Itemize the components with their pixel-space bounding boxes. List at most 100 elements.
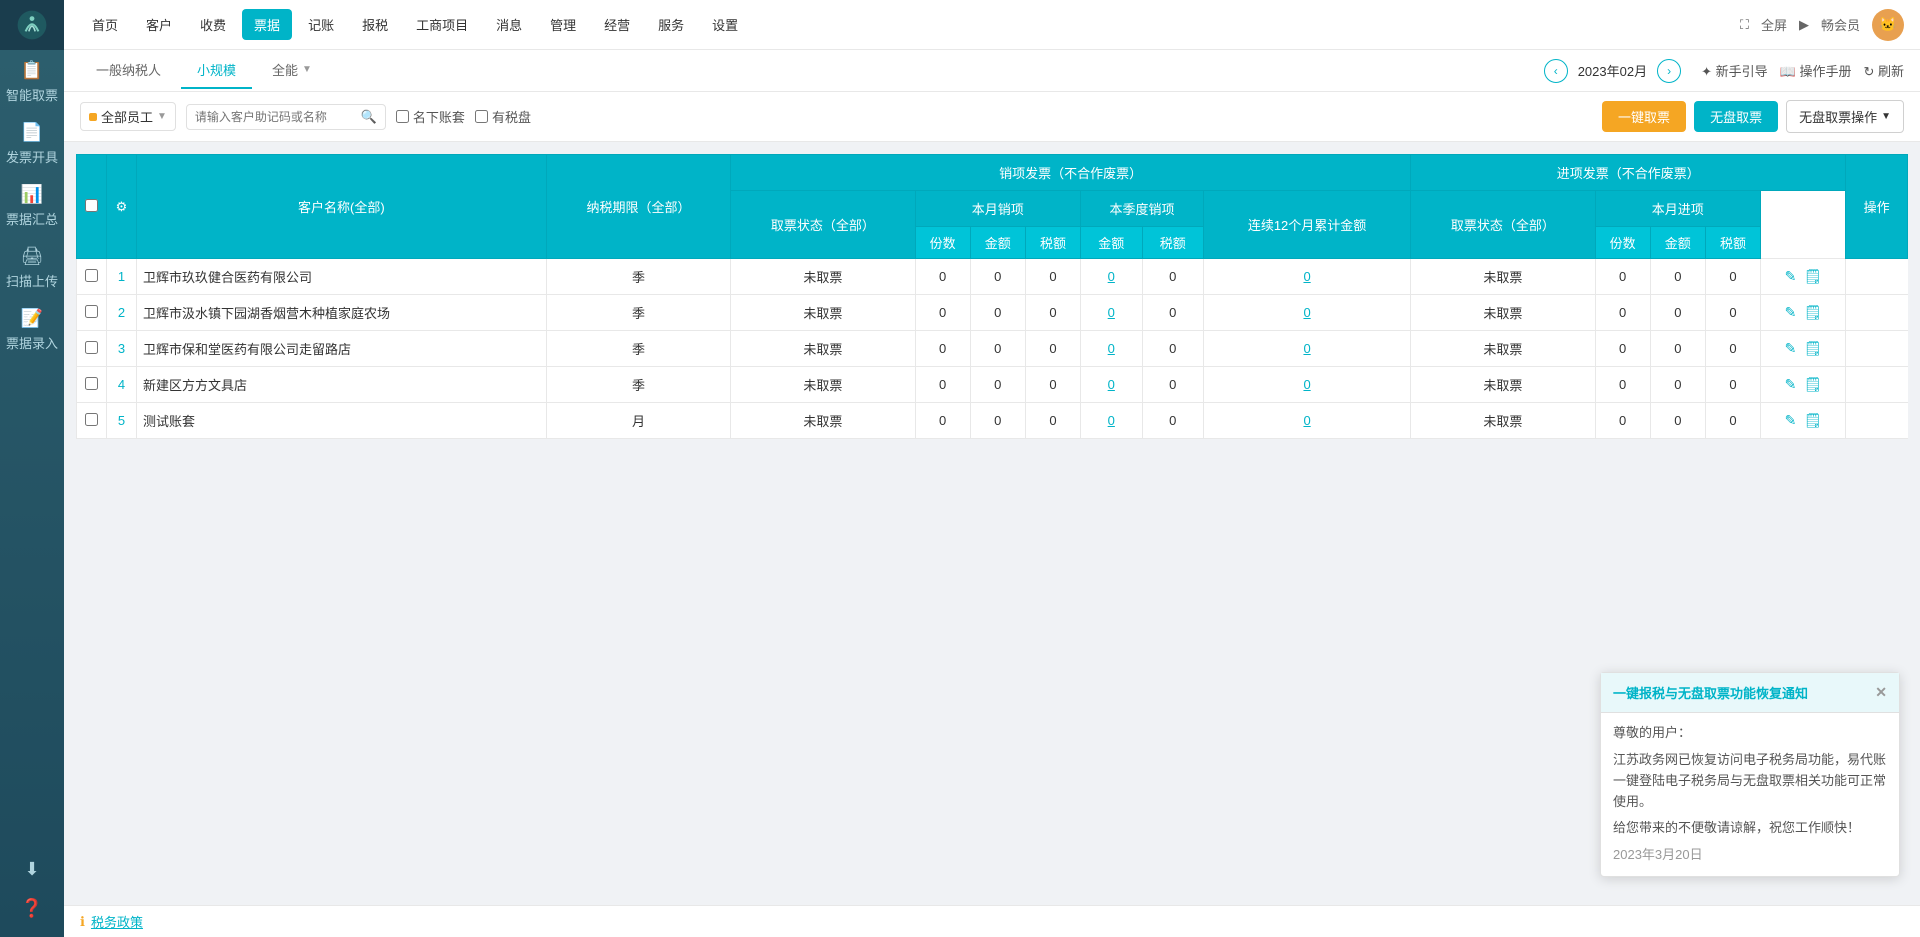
settings-icon[interactable]: ⚙ — [116, 199, 128, 214]
row-sales-status-3: 未取票 — [731, 367, 915, 403]
view-icon-0[interactable]: 🗒 — [1802, 268, 1824, 284]
checkbox-subaccount[interactable]: 名下账套 — [396, 107, 465, 126]
edit-icon-3[interactable]: ✎ — [1783, 376, 1799, 392]
member-icon[interactable]: ▶ — [1799, 17, 1809, 33]
col-settings: ⚙ — [107, 155, 137, 259]
nav-bookkeeping[interactable]: 记账 — [296, 9, 346, 40]
fullscreen-icon[interactable]: ⛶ — [1740, 17, 1749, 33]
action-manual[interactable]: 📖 操作手册 — [1780, 61, 1852, 80]
subtab-right-actions: ✦ 新手引导 📖 操作手册 ↻ 刷新 — [1701, 61, 1904, 80]
view-icon-3[interactable]: 🗒 — [1802, 376, 1824, 392]
tab-small[interactable]: 小规模 — [181, 52, 252, 89]
row-sm-amount-1: 0 — [970, 295, 1025, 331]
sidebar-item-scan-upload[interactable]: 🖨 扫描上传 — [0, 236, 64, 298]
sidebar-item-label: 票据汇总 — [6, 209, 58, 228]
row-sq-amount-3: 0 — [1081, 367, 1142, 403]
nav-manage[interactable]: 管理 — [538, 9, 588, 40]
checkbox-taxdisk[interactable]: 有税盘 — [475, 107, 531, 126]
edit-icon-0[interactable]: ✎ — [1783, 268, 1799, 284]
invoice-table: ⚙ 客户名称(全部) 纳税期限（全部） 销项发票（不合作废票） 进项发票（不合作… — [76, 154, 1908, 439]
select-all-checkbox[interactable] — [85, 199, 98, 212]
fullscreen-label[interactable]: 全屏 — [1761, 15, 1787, 34]
entry-icon: 📝 — [21, 308, 43, 329]
sidebar-item-invoice-entry[interactable]: 📝 票据录入 — [0, 298, 64, 360]
nav-settings[interactable]: 设置 — [700, 9, 750, 40]
search-input[interactable] — [195, 110, 357, 124]
view-icon-2[interactable]: 🗒 — [1802, 340, 1824, 356]
notification-date: 2023年3月20日 — [1613, 845, 1887, 866]
col-purchase-status-header: 取票状态（全部） — [1411, 191, 1595, 259]
notification-popup: 一键报税与无盘取票功能恢复通知 ✕ 尊敬的用户： 江苏政务网已恢复访问电子税务局… — [1600, 672, 1900, 877]
row-sm-tax-1: 0 — [1025, 295, 1080, 331]
notification-content: 江苏政务网已恢复访问电子税务局功能，易代账一键登陆电子税务局与无盘取票相关功能可… — [1613, 750, 1887, 812]
employee-select[interactable]: 全部员工 ▼ — [80, 102, 176, 131]
sidebar-item-help[interactable]: ❓ — [0, 888, 64, 927]
row-checkbox-3[interactable] — [85, 377, 98, 390]
btn-no-disk-retrieve[interactable]: 无盘取票 — [1694, 101, 1778, 132]
row-client-4: 测试账套 — [137, 403, 547, 439]
row-pm-count-2: 0 — [1595, 331, 1650, 367]
row-index-0: 1 — [107, 259, 137, 295]
row-sales-status-2: 未取票 — [731, 331, 915, 367]
col-sales-monthly-header: 本月销项 — [915, 191, 1081, 227]
row-checkbox-4[interactable] — [85, 413, 98, 426]
nav-billing[interactable]: 收费 — [188, 9, 238, 40]
nav-business[interactable]: 工商项目 — [404, 9, 480, 40]
row-pm-amount-3: 0 — [1650, 367, 1705, 403]
view-icon-1[interactable]: 🗒 — [1802, 304, 1824, 320]
sidebar-item-invoice-summary[interactable]: 📊 票据汇总 — [0, 174, 64, 236]
toolbar: 全部员工 ▼ 🔍 名下账套 有税盘 一键取票 无盘取票 无盘取票操作 — [64, 92, 1920, 142]
retrieve-icon: 📋 — [21, 60, 43, 81]
row-period-2: 季 — [546, 331, 730, 367]
action-refresh[interactable]: ↻ 刷新 — [1863, 61, 1904, 80]
nav-service[interactable]: 服务 — [646, 9, 696, 40]
row-sales-status-4: 未取票 — [731, 403, 915, 439]
toolbar-right: 一键取票 无盘取票 无盘取票操作 ▼ — [1602, 100, 1904, 133]
subaccount-checkbox[interactable] — [396, 110, 409, 123]
period-prev-button[interactable]: ‹ — [1544, 59, 1568, 83]
row-checkbox-1[interactable] — [85, 305, 98, 318]
nav-invoice[interactable]: 票据 — [242, 9, 292, 40]
row-pm-tax-2: 0 — [1705, 331, 1760, 367]
tax-policy-link[interactable]: 税务政策 — [91, 912, 143, 931]
nav-tax[interactable]: 报税 — [350, 9, 400, 40]
sidebar-item-issue-invoice[interactable]: 📄 发票开具 — [0, 112, 64, 174]
row-sm-count-0: 0 — [915, 259, 970, 295]
sidebar-item-download[interactable]: ⬇ — [0, 849, 64, 888]
edit-icon-2[interactable]: ✎ — [1783, 340, 1799, 356]
row-sm-count-2: 0 — [915, 331, 970, 367]
nav-message[interactable]: 消息 — [484, 9, 534, 40]
row-client-3: 新建区方方文具店 — [137, 367, 547, 403]
notification-title: 一键报税与无盘取票功能恢复通知 — [1613, 683, 1808, 702]
newbie-icon: ✦ — [1701, 64, 1712, 79]
notification-apology: 给您带来的不便敬请谅解，祝您工作顺快！ — [1613, 818, 1887, 839]
user-avatar[interactable]: 🐱 — [1872, 9, 1904, 41]
row-action-1: ✎ 🗒 — [1761, 295, 1846, 331]
nav-operate[interactable]: 经营 — [592, 9, 642, 40]
action-newbie-guide[interactable]: ✦ 新手引导 — [1701, 61, 1768, 80]
notification-close-button[interactable]: ✕ — [1875, 684, 1887, 701]
app-logo[interactable] — [0, 0, 64, 50]
sidebar-item-smart-retrieve[interactable]: 📋 智能取票 — [0, 50, 64, 112]
tab-general[interactable]: 一般纳税人 — [80, 52, 177, 89]
btn-no-disk-ops[interactable]: 无盘取票操作 ▼ — [1786, 100, 1904, 133]
download-icon: ⬇ — [24, 859, 39, 880]
row-checkbox-2[interactable] — [85, 341, 98, 354]
period-next-button[interactable]: › — [1657, 59, 1681, 83]
taxdisk-checkbox[interactable] — [475, 110, 488, 123]
member-label[interactable]: 畅会员 — [1821, 15, 1860, 34]
tab-all-dropdown-icon[interactable]: ▼ — [302, 64, 312, 75]
tab-all[interactable]: 全能 ▼ — [256, 52, 328, 89]
edit-icon-1[interactable]: ✎ — [1783, 304, 1799, 320]
search-input-wrapper[interactable]: 🔍 — [186, 104, 386, 130]
topnav-right-actions: ⛶ 全屏 ▶ 畅会员 🐱 — [1740, 9, 1904, 41]
nav-home[interactable]: 首页 — [80, 9, 130, 40]
btn-one-click-retrieve[interactable]: 一键取票 — [1602, 101, 1686, 132]
row-checkbox-0[interactable] — [85, 269, 98, 282]
edit-icon-4[interactable]: ✎ — [1783, 412, 1799, 428]
row-pm-amount-4: 0 — [1650, 403, 1705, 439]
view-icon-4[interactable]: 🗒 — [1802, 412, 1824, 428]
nav-client[interactable]: 客户 — [134, 9, 184, 40]
search-icon[interactable]: 🔍 — [361, 109, 377, 125]
row-action-4: ✎ 🗒 — [1761, 403, 1846, 439]
